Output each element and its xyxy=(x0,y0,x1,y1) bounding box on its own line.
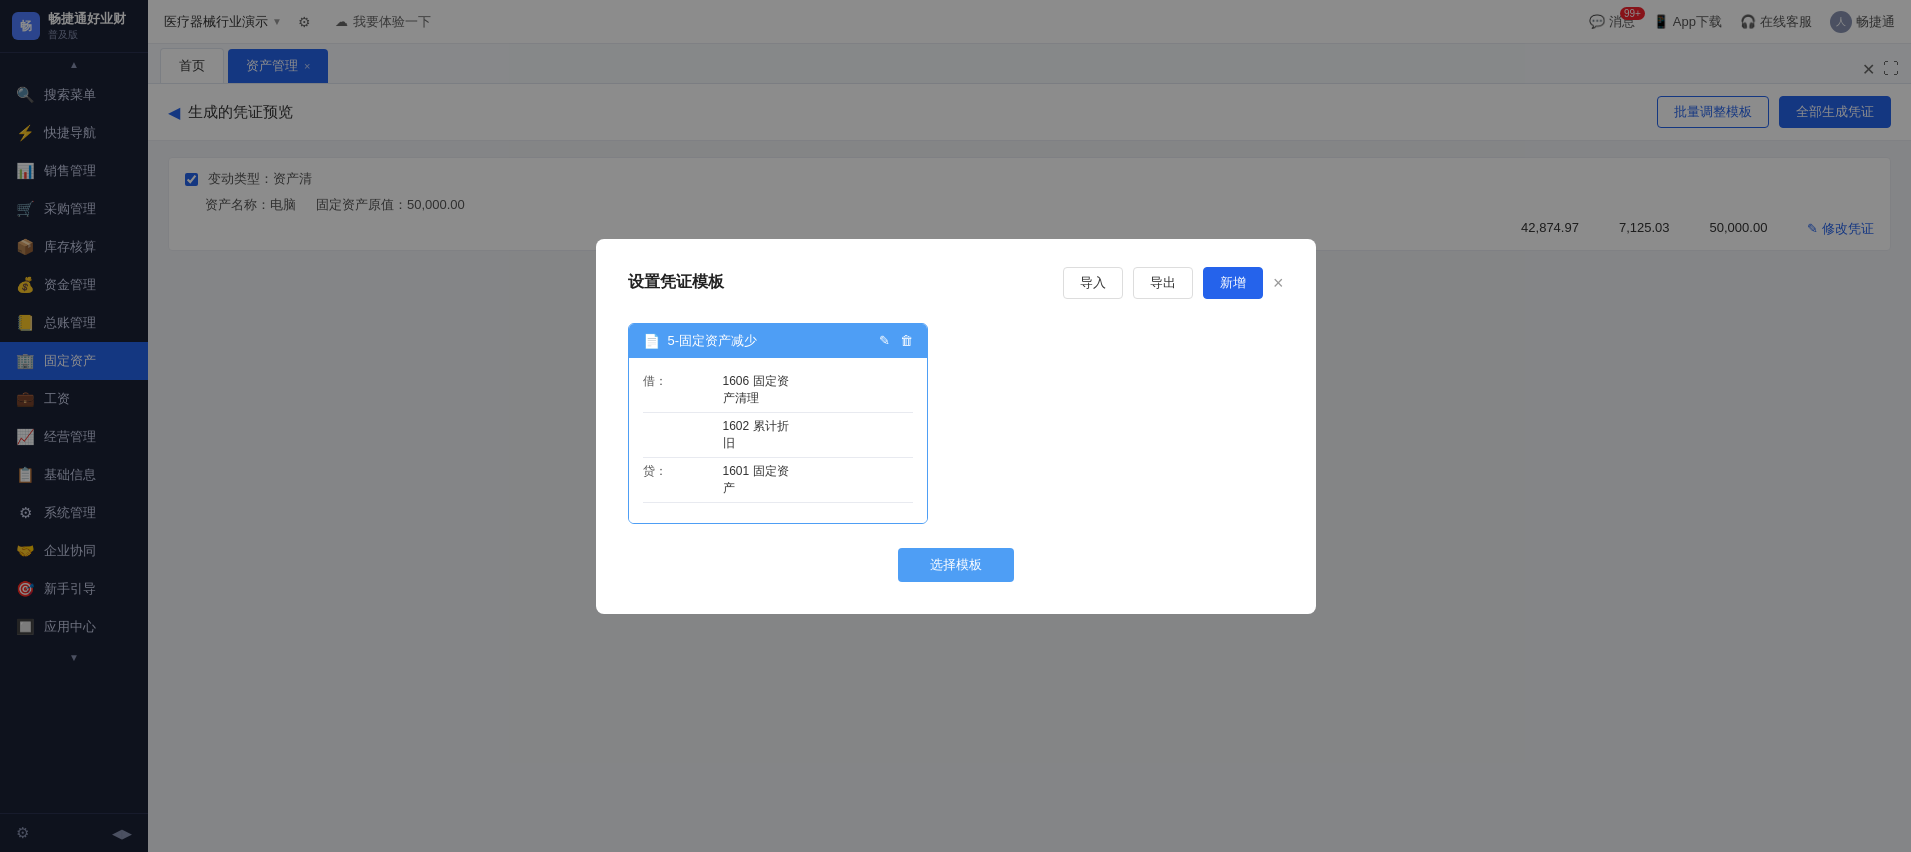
template-edit-icon[interactable]: ✎ xyxy=(879,333,890,348)
template-entry-0: 借： 1606 固定资产清理 xyxy=(643,368,913,413)
modal: 设置凭证模板 导入 导出 新增 × 📄 5-固定资产减少 ✎ 🗑 xyxy=(596,239,1316,614)
entry-credit-1 xyxy=(853,418,913,452)
template-card-body: 借： 1606 固定资产清理 1602 累计折旧 贷： 1601 固定资产 xyxy=(629,358,927,523)
modal-overlay[interactable]: 设置凭证模板 导入 导出 新增 × 📄 5-固定资产减少 ✎ 🗑 xyxy=(0,0,1911,852)
template-entry-1: 1602 累计折旧 xyxy=(643,413,913,458)
entry-side-2: 贷： xyxy=(643,463,723,497)
template-card-icons: ✎ 🗑 xyxy=(879,333,913,348)
template-entry-3 xyxy=(643,503,913,513)
modal-title: 设置凭证模板 xyxy=(628,272,724,293)
modal-close-icon[interactable]: × xyxy=(1273,274,1284,292)
entry-account-0: 1606 固定资产清理 xyxy=(723,373,793,407)
entry-debit-2 xyxy=(793,463,853,497)
entry-side-0: 借： xyxy=(643,373,723,407)
template-card: 📄 5-固定资产减少 ✎ 🗑 借： 1606 固定资产清理 xyxy=(628,323,928,524)
entry-account-2: 1601 固定资产 xyxy=(723,463,793,497)
entry-side-1 xyxy=(643,418,723,452)
modal-actions: 导入 导出 新增 xyxy=(1063,267,1263,299)
entry-debit-1 xyxy=(793,418,853,452)
modal-header: 设置凭证模板 导入 导出 新增 × xyxy=(628,267,1284,299)
template-card-header: 📄 5-固定资产减少 ✎ 🗑 xyxy=(629,324,927,358)
export-btn[interactable]: 导出 xyxy=(1133,267,1193,299)
entry-account-1: 1602 累计折旧 xyxy=(723,418,793,452)
template-entry-2: 贷： 1601 固定资产 xyxy=(643,458,913,503)
select-template-btn[interactable]: 选择模板 xyxy=(898,548,1014,582)
entry-credit-2 xyxy=(853,463,913,497)
import-btn[interactable]: 导入 xyxy=(1063,267,1123,299)
new-btn[interactable]: 新增 xyxy=(1203,267,1263,299)
entry-debit-0 xyxy=(793,373,853,407)
template-card-title: 5-固定资产减少 xyxy=(668,332,871,350)
entry-credit-0 xyxy=(853,373,913,407)
template-delete-icon[interactable]: 🗑 xyxy=(900,333,913,348)
template-doc-icon: 📄 xyxy=(643,333,660,349)
